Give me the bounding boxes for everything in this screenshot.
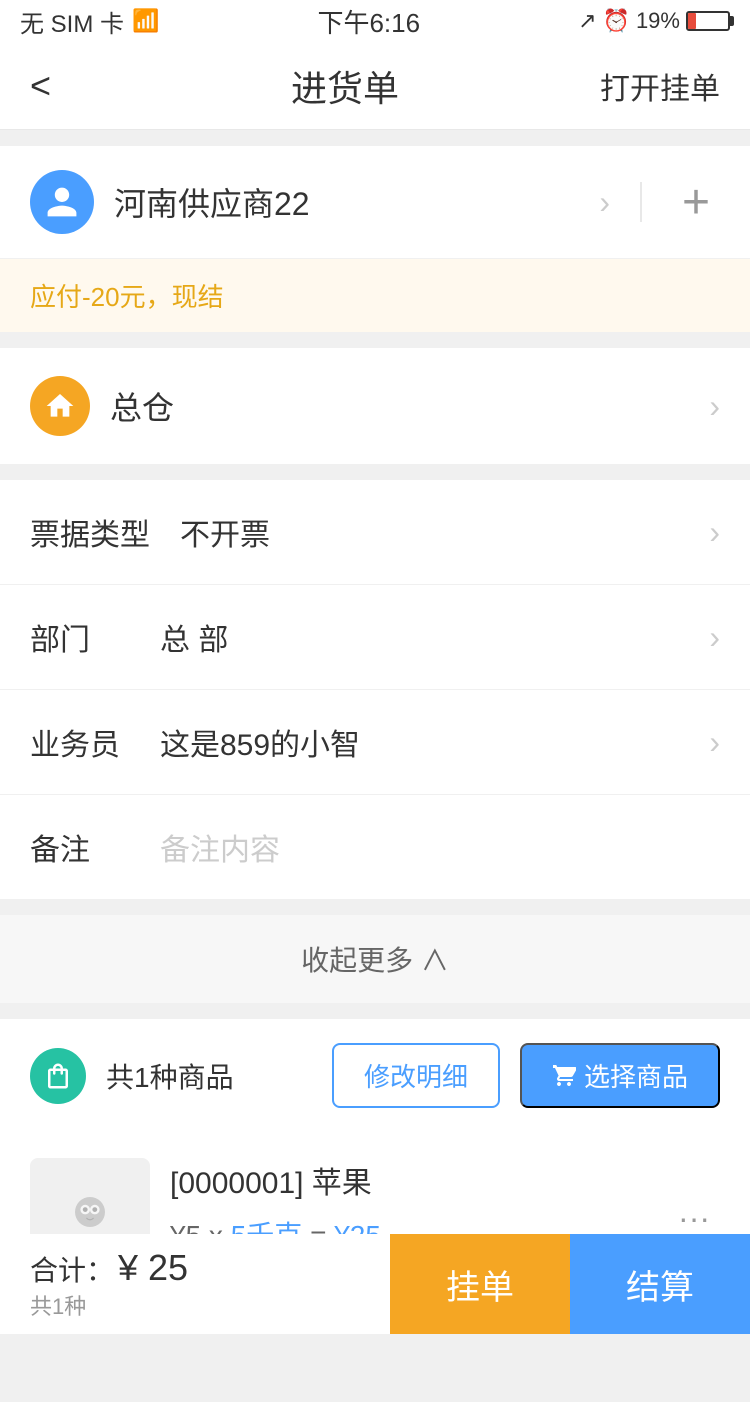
supplier-avatar: [30, 170, 94, 234]
total-amount: ¥ 25: [118, 1247, 188, 1289]
nav-bar: < 进货单 打开挂单: [0, 42, 750, 130]
salesman-row[interactable]: 业务员 这是859的小智 ›: [0, 690, 750, 795]
salesman-chevron-icon: ›: [709, 724, 720, 761]
home-icon: [44, 390, 76, 422]
warehouse-card: 总仓 ›: [0, 348, 750, 464]
status-right: ↗ ⏰ 19%: [578, 8, 730, 34]
cart-icon: [552, 1064, 576, 1088]
wifi-icon: 📶: [132, 8, 159, 34]
remark-row[interactable]: 备注 备注内容: [0, 795, 750, 899]
checkout-button[interactable]: 结算: [570, 1234, 750, 1334]
status-left: 无 SIM 卡 📶: [20, 4, 159, 39]
salesman-value: 这是859的小智: [160, 720, 709, 764]
product-bag-icon: [30, 1048, 86, 1104]
remark-label: 备注: [30, 825, 130, 869]
page-title: 进货单: [291, 60, 399, 112]
alarm-icon: ⏰: [603, 8, 630, 34]
remark-placeholder: 备注内容: [160, 825, 720, 869]
add-button[interactable]: +: [672, 175, 720, 230]
back-button[interactable]: <: [30, 65, 90, 107]
warehouse-icon: [30, 376, 90, 436]
location-icon: ↗: [578, 8, 596, 34]
status-bar: 无 SIM 卡 📶 下午6:16 ↗ ⏰ 19%: [0, 0, 750, 42]
divider: [640, 182, 642, 222]
notice-banner: 应付-20元，现结: [0, 259, 750, 332]
content: 河南供应商22 › + 应付-20元，现结 总仓 › 票据类型 不开票 ›: [0, 146, 750, 1402]
total-label: 合计：: [30, 1249, 114, 1289]
shopping-bag-icon: [43, 1061, 73, 1091]
product-header: 共1种商品 修改明细 选择商品: [0, 1019, 750, 1132]
form-card: 票据类型 不开票 › 部门 总 部 › 业务员 这是859的小智 › 备注 备注…: [0, 480, 750, 899]
warehouse-name: 总仓: [110, 383, 709, 429]
collapse-label: 收起更多 ∧: [301, 945, 449, 976]
department-chevron-icon: ›: [709, 619, 720, 656]
checkout-label: 结算: [626, 1260, 694, 1309]
bottom-bar: 合计： ¥ 25 共1种 挂单 结算: [0, 1234, 750, 1334]
ticket-type-label: 票据类型: [30, 510, 150, 554]
battery-percent: 19%: [636, 8, 680, 34]
department-label: 部门: [30, 615, 130, 659]
edit-detail-button[interactable]: 修改明细: [332, 1043, 500, 1108]
select-product-button[interactable]: 选择商品: [520, 1043, 720, 1108]
notice-text: 应付-20元，现结: [30, 282, 224, 312]
select-product-label: 选择商品: [584, 1057, 688, 1094]
total-count: 共1种: [30, 1289, 360, 1321]
department-value: 总 部: [160, 615, 709, 659]
warehouse-row[interactable]: 总仓 ›: [0, 348, 750, 464]
ticket-chevron-icon: ›: [709, 514, 720, 551]
salesman-label: 业务员: [30, 720, 130, 764]
product-count: 共1种商品: [106, 1056, 312, 1096]
product-code: [0000001]: [170, 1167, 312, 1200]
ticket-type-value: 不开票: [180, 510, 709, 554]
supplier-name: 河南供应商22: [114, 179, 599, 225]
department-row[interactable]: 部门 总 部 ›: [0, 585, 750, 690]
total-section: 合计： ¥ 25 共1种: [0, 1234, 390, 1334]
product-name: [0000001] 苹果: [170, 1158, 648, 1202]
open-pending-button[interactable]: 打开挂单: [600, 64, 720, 108]
person-icon: [44, 184, 80, 220]
suspend-button[interactable]: 挂单: [390, 1234, 570, 1334]
ticket-type-row[interactable]: 票据类型 不开票 ›: [0, 480, 750, 585]
supplier-row[interactable]: 河南供应商22 › +: [0, 146, 750, 259]
suspend-label: 挂单: [446, 1260, 514, 1309]
supplier-card: 河南供应商22 › + 应付-20元，现结: [0, 146, 750, 332]
carrier-text: 无 SIM 卡: [20, 4, 124, 39]
warehouse-chevron-icon: ›: [709, 388, 720, 425]
product-title: 苹果: [312, 1167, 372, 1200]
supplier-chevron-icon: ›: [599, 184, 610, 221]
battery-icon: [686, 11, 730, 31]
status-time: 下午6:16: [317, 3, 420, 40]
collapse-button[interactable]: 收起更多 ∧: [0, 915, 750, 1003]
